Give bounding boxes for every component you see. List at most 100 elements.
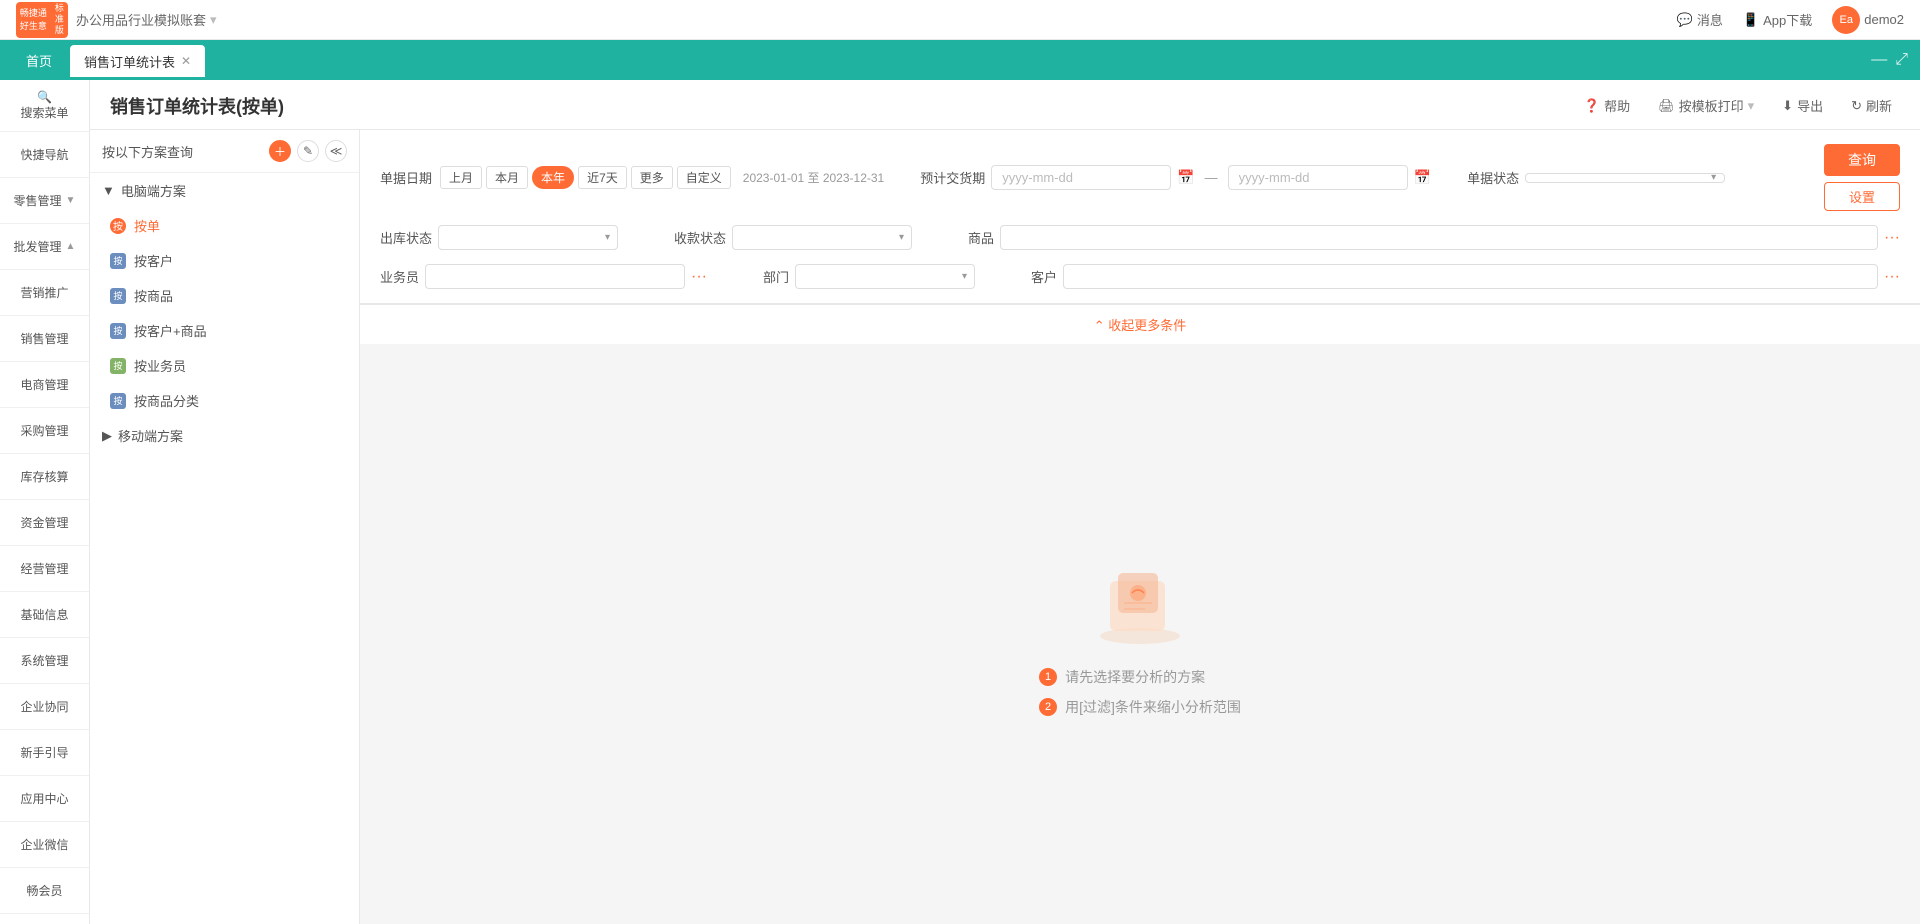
settings-button[interactable]: 设置 — [1824, 182, 1900, 211]
page-title: 销售订单统计表(按单) — [110, 93, 284, 119]
receipt-status-label: 收款状态 — [674, 228, 726, 247]
product-label: 商品 — [968, 228, 994, 247]
scheme-icon-sales: 按 — [110, 358, 126, 374]
customer-dots-btn[interactable]: ··· — [1884, 268, 1900, 286]
sidebar-item-quick-nav[interactable]: 快捷导航 — [0, 132, 89, 178]
sidebar-item-ecommerce[interactable]: 电商管理 — [0, 362, 89, 408]
product-group: 商品 ··· — [968, 225, 1900, 250]
help-btn[interactable]: ❓ 帮助 — [1576, 92, 1638, 119]
date-btn-last-month[interactable]: 上月 — [440, 166, 482, 189]
sidebar-item-wholesale[interactable]: 批发管理 ▲ — [0, 224, 89, 270]
tree-item-by-customer[interactable]: 按 按客户 — [90, 243, 359, 278]
tab-minimize-btn[interactable]: — — [1871, 51, 1887, 69]
export-btn[interactable]: ⬇ 导出 — [1774, 92, 1831, 119]
delivery-status-select[interactable] — [438, 225, 618, 250]
add-scheme-btn[interactable]: ＋ — [269, 140, 291, 162]
left-panel-header: 按以下方案查询 ＋ ✎ ≪ — [90, 130, 359, 173]
sidebar-item-inventory[interactable]: 库存核算 — [0, 454, 89, 500]
messages-btn[interactable]: 💬 消息 — [1677, 10, 1723, 29]
sidebar-item-guide[interactable]: 新手引导 — [0, 730, 89, 776]
tab-close-btn[interactable]: ✕ — [181, 54, 191, 68]
sidebar-item-operations[interactable]: 经营管理 — [0, 546, 89, 592]
app-logo: 畅捷通好生意 标准版 — [16, 2, 68, 38]
tree-section-mobile[interactable]: ▶ 移动端方案 — [90, 418, 359, 453]
department-select-wrap: ▾ — [795, 264, 975, 289]
topbar: 畅捷通好生意 标准版 办公用品行业模拟账套 ▾ 💬 消息 📱 App下载 Ea … — [0, 0, 1920, 40]
cal-end-icon[interactable]: 📅 — [1414, 169, 1431, 186]
delivery-date-end[interactable] — [1228, 165, 1408, 190]
tree-item-by-customer-product[interactable]: 按 按客户+商品 — [90, 313, 359, 348]
sidebar-item-wechat[interactable]: 企业微信 — [0, 822, 89, 868]
salesperson-input[interactable] — [425, 264, 685, 289]
department-group: 部门 ▾ — [763, 264, 975, 289]
page-header: 销售订单统计表(按单) ❓ 帮助 🖨 按模板打印 ▾ ⬇ 导出 ↻ 刷新 — [90, 80, 1920, 130]
sidebar-item-sales[interactable]: 销售管理 — [0, 316, 89, 362]
bill-status-chevron-icon: ▾ — [1711, 172, 1716, 183]
cal-start-icon[interactable]: 📅 — [1177, 169, 1194, 186]
scheme-icon-customer: 按 — [110, 253, 126, 269]
sidebar-item-apps[interactable]: 应用中心 — [0, 776, 89, 822]
right-panel: 单据日期 上月 本月 本年 近7天 更多 自定义 2023-01-01 至 20… — [360, 130, 1920, 924]
date-btn-more[interactable]: 更多 — [631, 166, 673, 189]
query-button[interactable]: 查询 — [1824, 144, 1900, 176]
refresh-btn[interactable]: ↻ 刷新 — [1843, 92, 1900, 119]
tree-item-by-category[interactable]: 按 按商品分类 — [90, 383, 359, 418]
salesperson-label: 业务员 — [380, 267, 419, 286]
product-input[interactable] — [1000, 225, 1878, 250]
date-btn-7days[interactable]: 近7天 — [578, 166, 627, 189]
empty-hint-1: 1 请先选择要分析的方案 — [1039, 667, 1241, 687]
content: 销售订单统计表(按单) ❓ 帮助 🖨 按模板打印 ▾ ⬇ 导出 ↻ 刷新 — [90, 80, 1920, 924]
delivery-status-select-wrap: ▾ — [438, 225, 618, 250]
sidebar-item-basic-info[interactable]: 基础信息 — [0, 592, 89, 638]
user-menu[interactable]: Ea demo2 — [1832, 6, 1904, 34]
customer-label: 客户 — [1031, 267, 1057, 286]
right-actions: 查询 设置 — [1824, 144, 1900, 211]
receipt-status-group: 收款状态 ▾ — [674, 225, 912, 250]
edit-scheme-btn[interactable]: ✎ — [297, 140, 319, 162]
date-btn-this-year[interactable]: 本年 — [532, 166, 574, 189]
sidebar-item-enterprise[interactable]: 企业协同 — [0, 684, 89, 730]
date-btn-this-month[interactable]: 本月 — [486, 166, 528, 189]
sidebar-item-member[interactable]: 畅会员 — [0, 868, 89, 914]
tab-sales-order-stats[interactable]: 销售订单统计表 ✕ — [70, 45, 205, 77]
template-print-btn[interactable]: 🖨 按模板打印 ▾ — [1650, 92, 1762, 119]
department-select[interactable] — [795, 264, 975, 289]
filter-row-3: 业务员 ··· 部门 ▾ — [380, 264, 1900, 289]
filter-area: 单据日期 上月 本月 本年 近7天 更多 自定义 2023-01-01 至 20… — [360, 130, 1920, 304]
salesperson-dots-btn[interactable]: ··· — [691, 268, 707, 286]
delivery-date-group: 预计交货期 📅 — 📅 — [920, 165, 1431, 190]
scheme-icon-order: 按 — [110, 218, 126, 234]
tree-item-by-product[interactable]: 按 按商品 — [90, 278, 359, 313]
receipt-status-select[interactable] — [732, 225, 912, 250]
sidebar: 🔍搜索菜单 快捷导航 零售管理 ▼ 批发管理 ▲ 营销推广 销售管理 电商管理 … — [0, 80, 90, 924]
tree-item-by-order[interactable]: 按 按单 — [90, 208, 359, 243]
tree-section-pc[interactable]: ▼ 电脑端方案 — [90, 173, 359, 208]
bill-date-group: 单据日期 上月 本月 本年 近7天 更多 自定义 2023-01-01 至 20… — [380, 166, 884, 189]
delivery-status-group: 出库状态 ▾ — [380, 225, 618, 250]
date-btn-custom[interactable]: 自定义 — [677, 166, 731, 189]
sidebar-item-marketing[interactable]: 营销推广 — [0, 270, 89, 316]
empty-illustration — [1080, 551, 1200, 651]
sidebar-item-system[interactable]: 系统管理 — [0, 638, 89, 684]
product-dots-btn[interactable]: ··· — [1884, 229, 1900, 247]
sidebar-item-finance[interactable]: 资金管理 — [0, 500, 89, 546]
sidebar-item-retail[interactable]: 零售管理 ▼ — [0, 178, 89, 224]
date-from-section: 📅 — 📅 — [991, 165, 1431, 190]
app-download-btn[interactable]: 📱 App下载 — [1743, 10, 1812, 29]
bill-status-select[interactable]: ▾ — [1525, 173, 1725, 183]
filter-row-1: 单据日期 上月 本月 本年 近7天 更多 自定义 2023-01-01 至 20… — [380, 144, 1900, 211]
tree-item-by-salesperson[interactable]: 按 按业务员 — [90, 348, 359, 383]
breadcrumb[interactable]: 办公用品行业模拟账套 ▾ — [76, 10, 217, 29]
customer-input[interactable] — [1063, 264, 1878, 289]
delivery-date-start[interactable] — [991, 165, 1171, 190]
collapse-panel-btn[interactable]: ≪ — [325, 140, 347, 162]
salesperson-group: 业务员 ··· — [380, 264, 707, 289]
tab-home[interactable]: 首页 — [12, 45, 66, 75]
sidebar-item-purchase[interactable]: 采购管理 — [0, 408, 89, 454]
empty-state: 1 请先选择要分析的方案 2 用[过滤]条件来缩小分析范围 — [360, 344, 1920, 924]
sidebar-item-search[interactable]: 🔍搜索菜单 — [0, 80, 89, 132]
date-buttons: 上月 本月 本年 近7天 更多 自定义 — [440, 166, 731, 189]
tab-maximize-btn[interactable]: ⤢ — [1895, 51, 1908, 69]
collapse-bar[interactable]: ⌃ 收起更多条件 — [360, 304, 1920, 344]
scheme-icon-cust-prod: 按 — [110, 323, 126, 339]
